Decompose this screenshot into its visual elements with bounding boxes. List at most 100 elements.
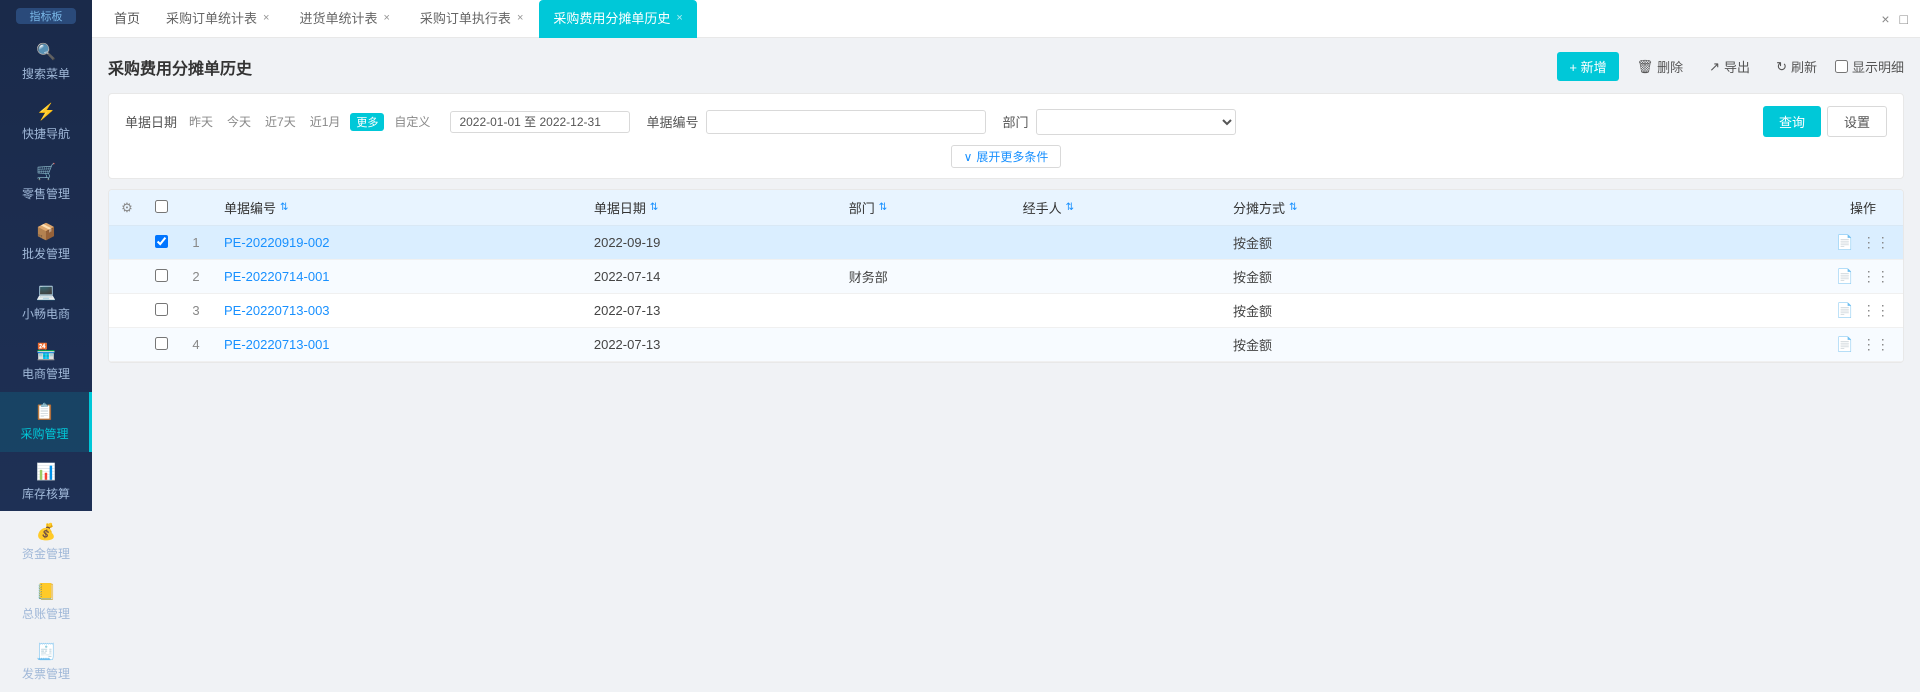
split-method-col-header[interactable]: 分摊方式 ⇅ — [1223, 190, 1823, 226]
row-seq: 3 — [178, 294, 214, 328]
doc-no-link[interactable]: PE-20220714-001 — [224, 269, 330, 284]
sidebar-item-ecom[interactable]: 🏪电商管理 — [0, 332, 92, 392]
table-body: 1 PE-20220919-002 2022-09-19 按金额 📄 ⋮⋮ 2 … — [109, 226, 1903, 362]
tab-purchase-order-stats[interactable]: 采购订单统计表× — [152, 0, 283, 38]
sidebar-item-ledger[interactable]: 📒总账管理 — [0, 572, 92, 632]
ecom_small-icon: 💻 — [36, 282, 56, 302]
main-content: 首页 采购订单统计表×进货单统计表×采购订单执行表×采购费用分摊单历史× × □… — [92, 0, 1920, 511]
gear-col-header[interactable]: ⚙ — [109, 190, 145, 226]
row-more-icon[interactable]: ⋮⋮ — [1862, 336, 1890, 353]
show-details-checkbox[interactable]: 显示明细 — [1835, 57, 1904, 76]
row-gear[interactable] — [109, 328, 145, 362]
refresh-button[interactable]: ↻ 刷新 — [1768, 53, 1825, 80]
sidebar-item-inventory[interactable]: 📊库存核算 — [0, 452, 92, 512]
dept-label: 部门 — [1002, 112, 1028, 131]
sidebar-item-search[interactable]: 🔍搜索菜单 — [0, 32, 92, 92]
data-table: ⚙ 单据编号 ⇅ 单据日期 — [109, 190, 1903, 362]
row-gear[interactable] — [109, 294, 145, 328]
today-shortcut[interactable]: 今天 — [223, 112, 255, 131]
doc-no-link[interactable]: PE-20220713-003 — [224, 303, 330, 318]
finance-icon: 💰 — [36, 522, 56, 542]
handler-col-header[interactable]: 经手人 ⇅ — [1013, 190, 1223, 226]
row-checkbox[interactable] — [155, 235, 168, 248]
split-method-sort-icon: ⇅ — [1289, 202, 1297, 213]
table-header-row: ⚙ 单据编号 ⇅ 单据日期 — [109, 190, 1903, 226]
row-checkbox[interactable] — [155, 303, 168, 316]
table-row: 2 PE-20220714-001 2022-07-14 财务部 按金额 📄 ⋮… — [109, 260, 1903, 294]
week-shortcut[interactable]: 近7天 — [261, 112, 300, 131]
invoice-icon: 🧾 — [36, 642, 56, 662]
row-seq: 2 — [178, 260, 214, 294]
row-checkbox[interactable] — [155, 269, 168, 282]
row-more-icon[interactable]: ⋮⋮ — [1862, 302, 1890, 319]
dept-col-header[interactable]: 部门 ⇅ — [839, 190, 1013, 226]
delete-button[interactable]: 🗑 删除 — [1629, 53, 1692, 80]
setting-button[interactable]: 设置 — [1827, 106, 1887, 137]
expand-button[interactable]: ∨ 展开更多条件 — [951, 145, 1062, 168]
row-dept — [839, 294, 1013, 328]
row-gear[interactable] — [109, 226, 145, 260]
expand-icon: ∨ — [964, 150, 973, 164]
row-doc-no: PE-20220713-001 — [214, 328, 584, 362]
tab-maximize-btn[interactable]: □ — [1900, 11, 1908, 27]
row-doc-no: PE-20220714-001 — [214, 260, 584, 294]
doc-no-link[interactable]: PE-20220919-002 — [224, 235, 330, 250]
tab-home[interactable]: 首页 — [104, 0, 150, 38]
row-checkbox[interactable] — [155, 337, 168, 350]
sidebar-item-label: 批发管理 — [22, 245, 70, 262]
row-edit-icon[interactable]: 📄 — [1836, 336, 1853, 353]
sidebar-item-label: 零售管理 — [22, 185, 70, 202]
search-row: 单据日期 昨天 今天 近7天 近1月 更多 自定义 单据编号 — [125, 106, 1887, 137]
tab-close-btn[interactable]: × — [1881, 11, 1889, 27]
row-split-method: 按金额 — [1223, 294, 1823, 328]
sidebar-item-invoice[interactable]: 🧾发票管理 — [0, 632, 92, 692]
sidebar-item-finance[interactable]: 💰资金管理 — [0, 512, 92, 572]
tab-label: 采购订单执行表 — [420, 8, 511, 27]
row-split-method: 按金额 — [1223, 328, 1823, 362]
tab-incoming-stats[interactable]: 进货单统计表× — [285, 0, 403, 38]
more-shortcut[interactable]: 更多 — [350, 113, 384, 131]
row-edit-icon[interactable]: 📄 — [1836, 234, 1853, 251]
row-checkbox-cell — [145, 226, 178, 260]
dept-select[interactable]: 财务部 — [1036, 109, 1236, 135]
row-more-icon[interactable]: ⋮⋮ — [1862, 268, 1890, 285]
tab-close-icon[interactable]: × — [383, 12, 389, 24]
row-edit-icon[interactable]: 📄 — [1836, 302, 1853, 319]
doc-date-col-header[interactable]: 单据日期 ⇅ — [584, 190, 839, 226]
doc-no-link[interactable]: PE-20220713-001 — [224, 337, 330, 352]
sidebar-item-quick[interactable]: ⚡快捷导航 — [0, 92, 92, 152]
sidebar-item-label: 采购管理 — [20, 425, 68, 442]
date-range-input[interactable] — [450, 111, 630, 133]
export-button[interactable]: ↗ 导出 — [1701, 53, 1758, 80]
inventory-icon: 📊 — [36, 462, 56, 482]
tab-purchase-cost-history[interactable]: 采购费用分摊单历史× — [539, 0, 696, 38]
sidebar-item-retail[interactable]: 🛒 零售管理 — [0, 152, 92, 212]
tab-purchase-order-exec[interactable]: 采购订单执行表 × — [406, 0, 537, 38]
tab-close-icon[interactable]: × — [263, 12, 269, 24]
row-doc-date: 2022-09-19 — [584, 226, 839, 260]
row-actions: 📄 ⋮⋮ — [1823, 328, 1903, 362]
select-all-checkbox[interactable] — [155, 200, 168, 213]
yesterday-shortcut[interactable]: 昨天 — [185, 112, 217, 131]
row-more-icon[interactable]: ⋮⋮ — [1862, 234, 1890, 251]
tab-close-icon[interactable]: × — [676, 12, 682, 24]
page-header: 采购费用分摊单历史 + 新增 🗑 删除 ↗ 导出 ↻ 刷新 显示明细 — [108, 52, 1904, 81]
row-edit-icon[interactable]: 📄 — [1836, 268, 1853, 285]
show-details-input[interactable] — [1835, 60, 1848, 73]
doc-no-col-header[interactable]: 单据编号 ⇅ — [214, 190, 584, 226]
month-shortcut[interactable]: 近1月 — [306, 112, 345, 131]
row-gear[interactable] — [109, 260, 145, 294]
tab-actions: × □ — [1881, 11, 1908, 27]
sidebar-item-ecom_small[interactable]: 💻小畅电商 — [0, 272, 92, 332]
refresh-icon: ↻ — [1776, 59, 1787, 75]
custom-shortcut[interactable]: 自定义 — [390, 112, 434, 131]
query-button[interactable]: 查询 — [1763, 106, 1821, 137]
date-shortcuts: 昨天 今天 近7天 近1月 更多 自定义 — [185, 112, 434, 131]
sidebar-item-purchase[interactable]: 📋采购管理 — [0, 392, 92, 452]
tab-close-icon[interactable]: × — [517, 12, 523, 24]
doc-no-input[interactable] — [706, 110, 986, 134]
tab-bar: 首页 采购订单统计表×进货单统计表×采购订单执行表×采购费用分摊单历史× × □ — [92, 0, 1920, 38]
retail-icon: 🛒 — [36, 162, 56, 182]
sidebar-item-wholesale[interactable]: 📦批发管理 — [0, 212, 92, 272]
add-button[interactable]: + 新增 — [1557, 52, 1618, 81]
